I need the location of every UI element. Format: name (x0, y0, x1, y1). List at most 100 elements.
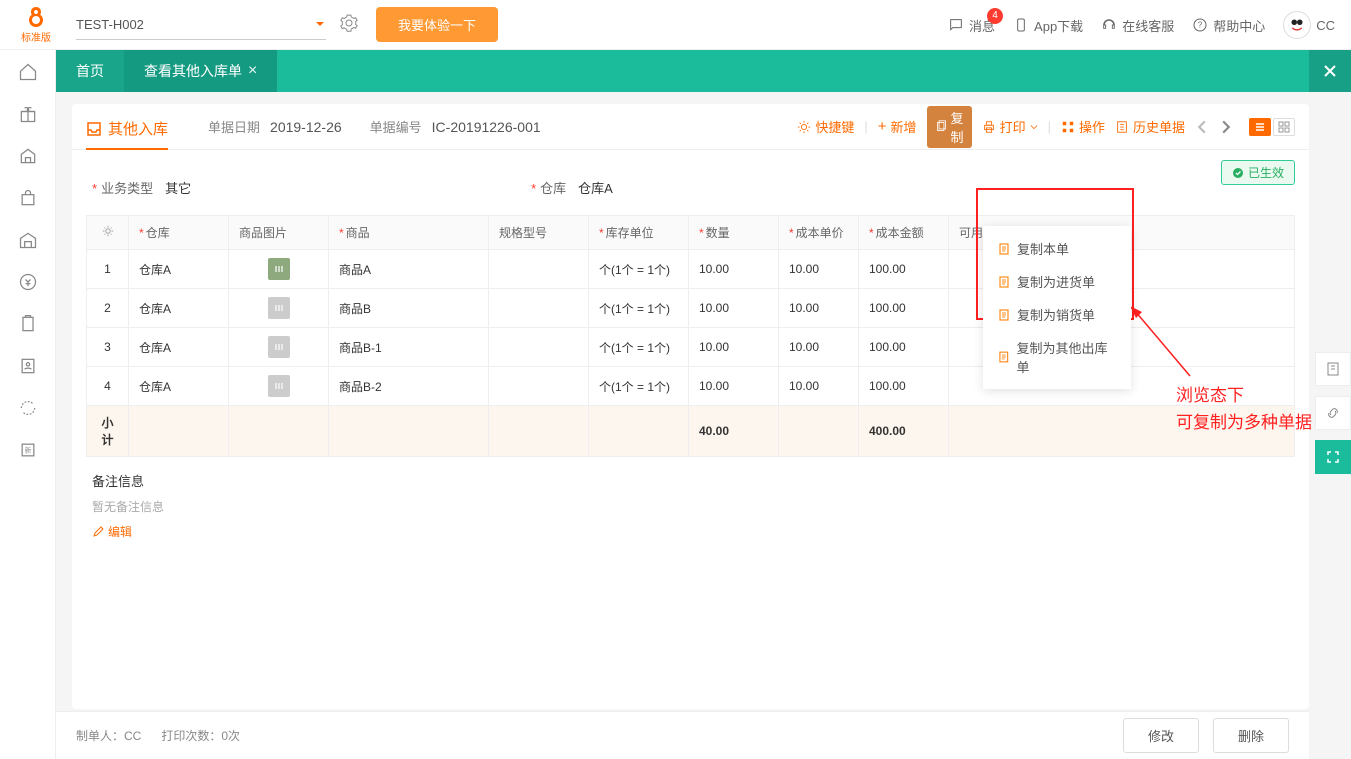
subtotal-row: 小计40.00400.00 (87, 406, 1295, 457)
chevron-right-icon (1219, 120, 1233, 134)
copy-menu-item[interactable]: 复制为其他出库单 (983, 331, 1131, 383)
float-expand[interactable] (1315, 440, 1351, 474)
gift-icon (18, 104, 38, 124)
status-text: 已生效 (1248, 164, 1284, 181)
history-button[interactable]: 历史单据 (1115, 117, 1185, 136)
sidebar-report[interactable] (16, 312, 40, 336)
sidebar: 新 (0, 50, 56, 759)
top-header: 标准版 TEST-H002 我要体验一下 消息 4 App下载 在线客服 ? 帮… (0, 0, 1351, 50)
tab-close-icon[interactable]: × (248, 62, 257, 80)
copy-label: 复制 (951, 108, 964, 146)
shortcut-button[interactable]: 快捷键 (797, 117, 854, 136)
gear-icon (101, 224, 115, 238)
online-service-link[interactable]: 在线客服 (1101, 16, 1174, 35)
print-button[interactable]: 打印 (982, 117, 1038, 136)
settings-button[interactable] (340, 14, 358, 35)
logo-label: 标准版 (21, 29, 51, 44)
next-button[interactable] (1219, 120, 1233, 134)
biz-type-label: 业务类型 (101, 181, 153, 196)
row-product: 商品A (329, 250, 489, 289)
tab-home[interactable]: 首页 (56, 50, 124, 92)
row-spec (489, 328, 589, 367)
messages-link[interactable]: 消息 4 (948, 16, 995, 35)
th-product-label: 商品 (346, 226, 370, 240)
copy-menu-item[interactable]: 复制为进货单 (983, 265, 1131, 298)
list-icon (1254, 121, 1266, 133)
row-amount: 100.00 (859, 289, 949, 328)
help-center-link[interactable]: ? 帮助中心 (1192, 16, 1265, 35)
form-row: *业务类型 其它 *仓库 仓库A (72, 150, 1309, 215)
copy-menu-item[interactable]: 复制为销货单 (983, 298, 1131, 331)
sidebar-store[interactable] (16, 144, 40, 168)
panel-tab[interactable]: 其他入库 (86, 104, 168, 150)
headset-icon (1101, 17, 1117, 33)
content: 其他入库 单据日期 2019-12-26 单据编号 IC-20191226-00… (56, 92, 1351, 759)
operate-button[interactable]: 操作 (1061, 117, 1105, 136)
th-warehouse-label: 仓库 (146, 226, 170, 240)
modify-button[interactable]: 修改 (1123, 718, 1199, 753)
remarks-section: 备注信息 暂无备注信息 编辑 (72, 457, 1309, 554)
row-product: 商品B-1 (329, 328, 489, 367)
tab-active[interactable]: 查看其他入库单 × (124, 50, 277, 92)
warehouse-icon (18, 230, 38, 250)
th-amount: *成本金额 (859, 216, 949, 250)
float-link[interactable] (1315, 396, 1351, 430)
prev-button[interactable] (1195, 120, 1209, 134)
sidebar-home[interactable] (16, 60, 40, 84)
delete-button[interactable]: 删除 (1213, 718, 1289, 753)
copy-menu-item[interactable]: 复制本单 (983, 232, 1131, 265)
row-amount: 100.00 (859, 367, 949, 406)
print-icon (982, 120, 996, 134)
close-all-tabs[interactable] (1309, 50, 1351, 92)
sidebar-gift[interactable] (16, 102, 40, 126)
expand-icon (1325, 449, 1341, 465)
edit-label: 编辑 (108, 523, 132, 540)
row-qty: 10.00 (689, 367, 779, 406)
chevron-left-icon (1195, 120, 1209, 134)
row-unit: 个(1个 = 1个) (589, 328, 689, 367)
money-icon (18, 272, 38, 292)
online-service-label: 在线客服 (1122, 16, 1174, 35)
doc-icon (997, 308, 1011, 322)
inbox-icon (86, 121, 102, 137)
grid-icon (1061, 120, 1075, 134)
right-float-toolbar (1315, 352, 1351, 474)
main-area: 首页 查看其他入库单 × 其他入库 单据日期 2019-12-26 单据编号 I… (56, 50, 1351, 759)
house-icon (18, 146, 38, 166)
row-warehouse: 仓库A (129, 250, 229, 289)
row-amount: 100.00 (859, 328, 949, 367)
company-name: TEST-H002 (76, 17, 144, 32)
th-gear[interactable] (87, 216, 129, 250)
th-spec: 规格型号 (489, 216, 589, 250)
sidebar-contact[interactable] (16, 354, 40, 378)
tabs-bar: 首页 查看其他入库单 × (56, 50, 1351, 92)
sidebar-new[interactable]: 新 (16, 438, 40, 462)
row-qty: 10.00 (689, 328, 779, 367)
svg-text:新: 新 (24, 446, 31, 455)
app-download-link[interactable]: App下载 (1013, 16, 1083, 35)
row-qty: 10.00 (689, 250, 779, 289)
grid-small-icon (1278, 121, 1290, 133)
row-img (229, 328, 329, 367)
user-menu[interactable]: CC (1283, 11, 1335, 39)
trial-button[interactable]: 我要体验一下 (376, 7, 498, 42)
float-note[interactable] (1315, 352, 1351, 386)
row-spec (489, 289, 589, 328)
copy-button[interactable]: 复制 (927, 106, 972, 148)
row-img (229, 250, 329, 289)
row-product: 商品B-2 (329, 367, 489, 406)
sidebar-warehouse[interactable] (16, 228, 40, 252)
edit-remarks-button[interactable]: 编辑 (92, 523, 1289, 540)
docno-value: IC-20191226-001 (432, 119, 541, 135)
view-list[interactable] (1249, 118, 1271, 136)
docno-label: 单据编号 (370, 117, 422, 136)
sidebar-sync[interactable] (16, 396, 40, 420)
view-grid[interactable] (1273, 118, 1295, 136)
add-button[interactable]: + 新增 (878, 117, 917, 136)
row-product: 商品B (329, 289, 489, 328)
gear-small-icon (797, 120, 811, 134)
sidebar-finance[interactable] (16, 270, 40, 294)
company-selector[interactable]: TEST-H002 (76, 10, 326, 40)
sidebar-bag[interactable] (16, 186, 40, 210)
help-center-label: 帮助中心 (1213, 16, 1265, 35)
